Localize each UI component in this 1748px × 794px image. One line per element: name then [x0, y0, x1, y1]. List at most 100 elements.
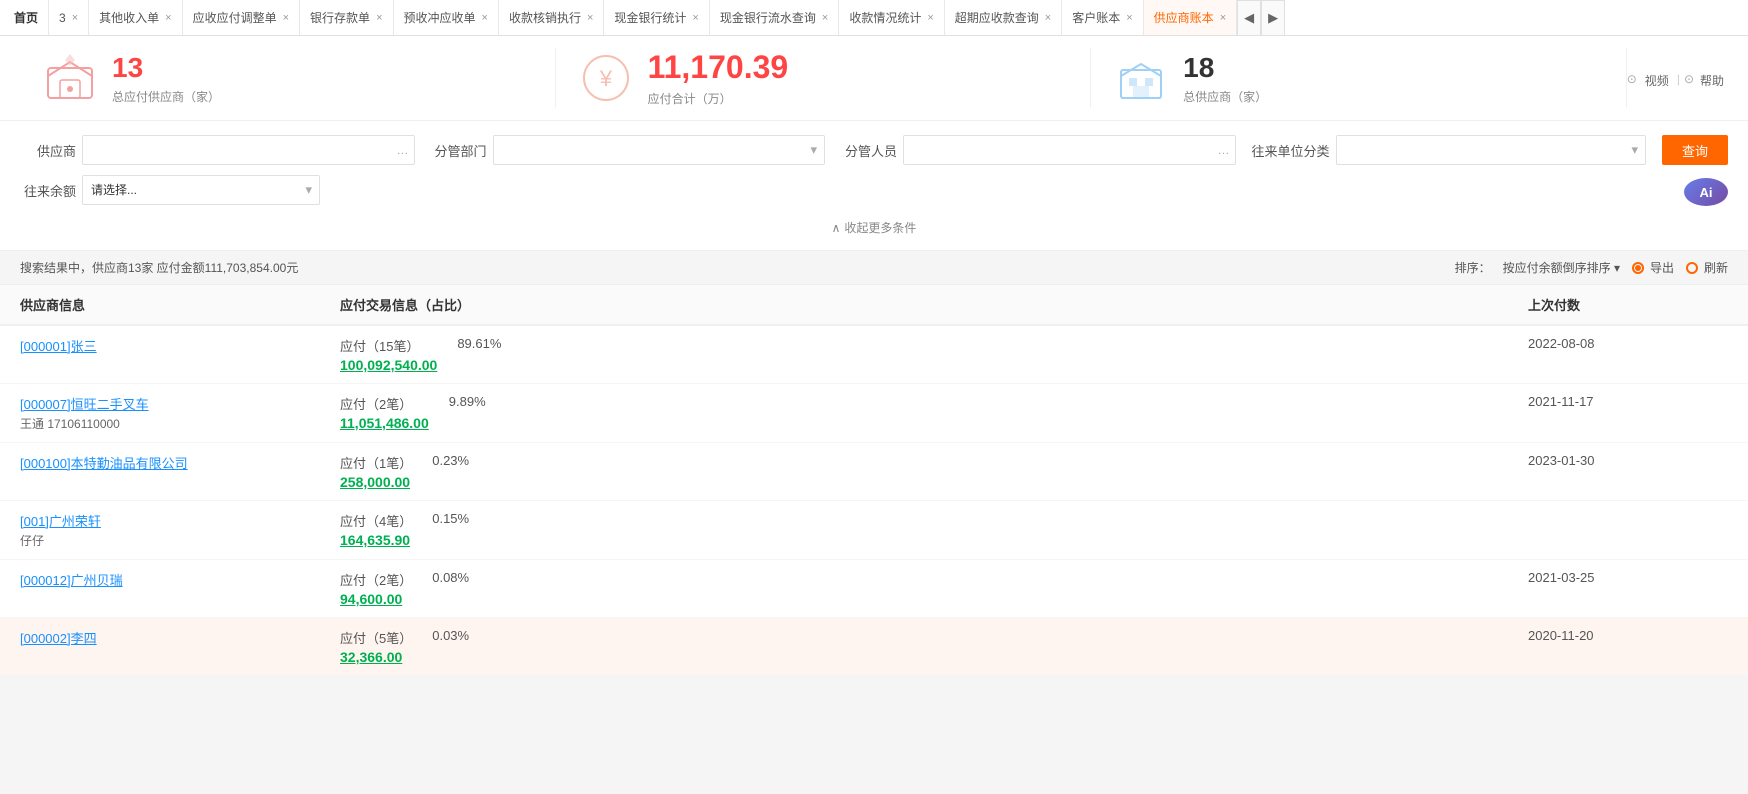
stat-block-total-suppliers: 18 总供应商（家）: [1091, 48, 1627, 108]
search-button[interactable]: 查询: [1662, 135, 1728, 165]
balance-select-wrap: 请选择... ▾: [82, 175, 320, 205]
table-row: [000012]广州贝瑞 应付（2笔） 94,600.00 0.08% 2021…: [0, 560, 1748, 618]
table-row: [000001]张三 应付（15笔） 100,092,540.00 89.61%…: [0, 326, 1748, 384]
lastpay-cell-r1: 2022-08-08: [1528, 336, 1728, 351]
refresh-button[interactable]: 刷新: [1686, 259, 1728, 276]
supplier-cell-r5: [000012]广州贝瑞: [20, 570, 340, 589]
ai-button[interactable]: Ai: [1684, 178, 1728, 206]
dept-select[interactable]: [493, 135, 826, 165]
stat-content-total-suppliers: 18 总供应商（家）: [1183, 52, 1267, 105]
nav-tab-overdue-collect-close[interactable]: ×: [1045, 12, 1051, 24]
amount-link-r4[interactable]: 164,635.90: [340, 532, 412, 548]
lastpay-cell-r5: 2021-03-25: [1528, 570, 1728, 585]
nav-tab-other-income-close[interactable]: ×: [165, 12, 171, 24]
supplier-cell-r3: [000100]本特勤油品有限公司: [20, 453, 340, 472]
nav-tab-ap-adjust-label: 应收应付调整单: [193, 9, 277, 26]
transaction-detail-r5: 应付（2笔） 94,600.00: [340, 570, 412, 607]
last-pay-date-r6: 2020-11-20: [1528, 628, 1594, 643]
help-link[interactable]: 帮助: [1700, 72, 1724, 89]
supplier-link-r2[interactable]: [000007]恒旺二手叉车: [20, 397, 149, 412]
nav-tab-advance-collect[interactable]: 预收冲应收单 ×: [394, 0, 499, 36]
lastpay-cell-r2: 2021-11-17: [1528, 394, 1728, 409]
stats-bar: 13 总应付供应商（家） ¥ 11,170.39 应付合计（万）: [0, 36, 1748, 121]
supplier-link-r6[interactable]: [000002]李四: [20, 631, 97, 646]
nav-tab-collect-verify[interactable]: 收款核销执行 ×: [499, 0, 604, 36]
nav-tab-home-label: 首页: [14, 9, 38, 26]
export-button[interactable]: 导出: [1632, 259, 1674, 276]
last-pay-date-r2: 2021-11-17: [1528, 394, 1594, 409]
nav-tab-ap-adjust-close[interactable]: ×: [283, 12, 289, 24]
amount-link-r3[interactable]: 258,000.00: [340, 474, 412, 490]
pct-r4: 0.15%: [432, 511, 469, 526]
nav-tab-bank-deposit-close[interactable]: ×: [376, 12, 382, 24]
nav-tab-cash-bank-flow[interactable]: 现金银行流水查询 ×: [710, 0, 839, 36]
transaction-cell-r1: 应付（15笔） 100,092,540.00 89.61%: [340, 336, 1528, 373]
supplier-cell-r6: [000002]李四: [20, 628, 340, 647]
nav-tab-supplier-account-close[interactable]: ×: [1220, 12, 1226, 24]
supplier-input[interactable]: [82, 135, 415, 165]
dept-field: 分管部门 ▾: [431, 135, 826, 165]
nav-tab-3[interactable]: 3 ×: [49, 0, 89, 36]
person-label: 分管人员: [841, 141, 897, 160]
transaction-cell-r3: 应付（1笔） 258,000.00 0.23%: [340, 453, 1528, 490]
nav-tab-customer-account[interactable]: 客户账本 ×: [1062, 0, 1143, 36]
balance-select[interactable]: 请选择...: [82, 175, 320, 205]
supplier-sub-r2: 王通 17106110000: [20, 415, 340, 432]
nav-tab-ap-adjust[interactable]: 应收应付调整单 ×: [183, 0, 300, 36]
dept-label: 分管部门: [431, 141, 487, 160]
nav-tab-collect-stat-close[interactable]: ×: [927, 12, 933, 24]
nav-tab-other-income[interactable]: 其他收入单 ×: [89, 0, 182, 36]
table-row: [001]广州荣轩 仔仔 应付（4笔） 164,635.90 0.15%: [0, 501, 1748, 560]
supplier-link-r5[interactable]: [000012]广州贝瑞: [20, 573, 123, 588]
category-select[interactable]: [1336, 135, 1646, 165]
stat-number-ap-suppliers: 13: [112, 52, 220, 84]
nav-tab-collect-verify-close[interactable]: ×: [587, 12, 593, 24]
nav-tab-3-close[interactable]: ×: [72, 12, 78, 24]
sort-value[interactable]: 按应付余额倒序排序 ▾: [1503, 259, 1620, 276]
result-bar-right: 排序： 按应付余额倒序排序 ▾ 导出 刷新: [1455, 259, 1728, 276]
nav-tab-cash-bank-flow-close[interactable]: ×: [822, 12, 828, 24]
pct-r6: 0.03%: [432, 628, 469, 643]
nav-tab-home[interactable]: 首页: [4, 0, 49, 36]
pct-r3: 0.23%: [432, 453, 469, 468]
nav-tab-cash-bank-stat-close[interactable]: ×: [692, 12, 698, 24]
nav-arrow-left[interactable]: ◀: [1237, 0, 1261, 36]
person-input[interactable]: [903, 135, 1236, 165]
refresh-radio-icon: [1686, 262, 1698, 274]
nav-tab-supplier-account-label: 供应商账本: [1154, 9, 1214, 26]
nav-tab-cash-bank-flow-label: 现金银行流水查询: [720, 9, 816, 26]
pct-r1: 89.61%: [457, 336, 501, 351]
ap-label-r1: 应付（15笔）: [340, 339, 419, 354]
lastpay-cell-r3: 2023-01-30: [1528, 453, 1728, 468]
nav-tab-customer-account-close[interactable]: ×: [1126, 12, 1132, 24]
supplier-link-r3[interactable]: [000100]本特勤油品有限公司: [20, 456, 188, 471]
amount-link-r6[interactable]: 32,366.00: [340, 649, 412, 665]
transaction-info-r3: 应付（1笔） 258,000.00 0.23%: [340, 453, 1528, 490]
stat-number-ap-total: 11,170.39: [648, 49, 789, 86]
amount-link-r5[interactable]: 94,600.00: [340, 591, 412, 607]
nav-tab-cash-bank-stat[interactable]: 现金银行统计 ×: [604, 0, 709, 36]
nav-tab-collect-stat[interactable]: 收款情况统计 ×: [839, 0, 944, 36]
stat-block-ap-suppliers: 13 总应付供应商（家）: [20, 48, 556, 108]
ap-label-r3: 应付（1笔）: [340, 456, 412, 471]
nav-tab-bank-deposit-label: 银行存款单: [310, 9, 370, 26]
stat-block-ap-total: ¥ 11,170.39 应付合计（万）: [556, 48, 1092, 108]
video-link[interactable]: 视频: [1645, 72, 1669, 89]
export-label: 导出: [1650, 259, 1674, 276]
nav-tab-overdue-collect[interactable]: 超期应收款查询 ×: [945, 0, 1062, 36]
table-row: [000100]本特勤油品有限公司 应付（1笔） 258,000.00 0.23…: [0, 443, 1748, 501]
supplier-link-r1[interactable]: [000001]张三: [20, 339, 97, 354]
supplier-link-r4[interactable]: [001]广州荣轩: [20, 514, 101, 529]
nav-tab-supplier-account[interactable]: 供应商账本 ×: [1144, 0, 1237, 36]
last-pay-date-r3: 2023-01-30: [1528, 453, 1595, 468]
col-header-transaction: 应付交易信息（占比）: [340, 295, 1528, 314]
nav-tab-bank-deposit[interactable]: 银行存款单 ×: [300, 0, 393, 36]
sort-label: 排序：: [1455, 259, 1491, 276]
stat-content-ap-suppliers: 13 总应付供应商（家）: [112, 52, 220, 105]
collapse-button[interactable]: ∧ 收起更多条件: [20, 215, 1728, 240]
amount-link-r2[interactable]: 11,051,486.00: [340, 415, 429, 431]
transaction-info-r4: 应付（4笔） 164,635.90 0.15%: [340, 511, 1528, 548]
nav-tab-advance-collect-close[interactable]: ×: [482, 12, 488, 24]
nav-arrow-right[interactable]: ▶: [1261, 0, 1285, 36]
amount-link-r1[interactable]: 100,092,540.00: [340, 357, 437, 373]
